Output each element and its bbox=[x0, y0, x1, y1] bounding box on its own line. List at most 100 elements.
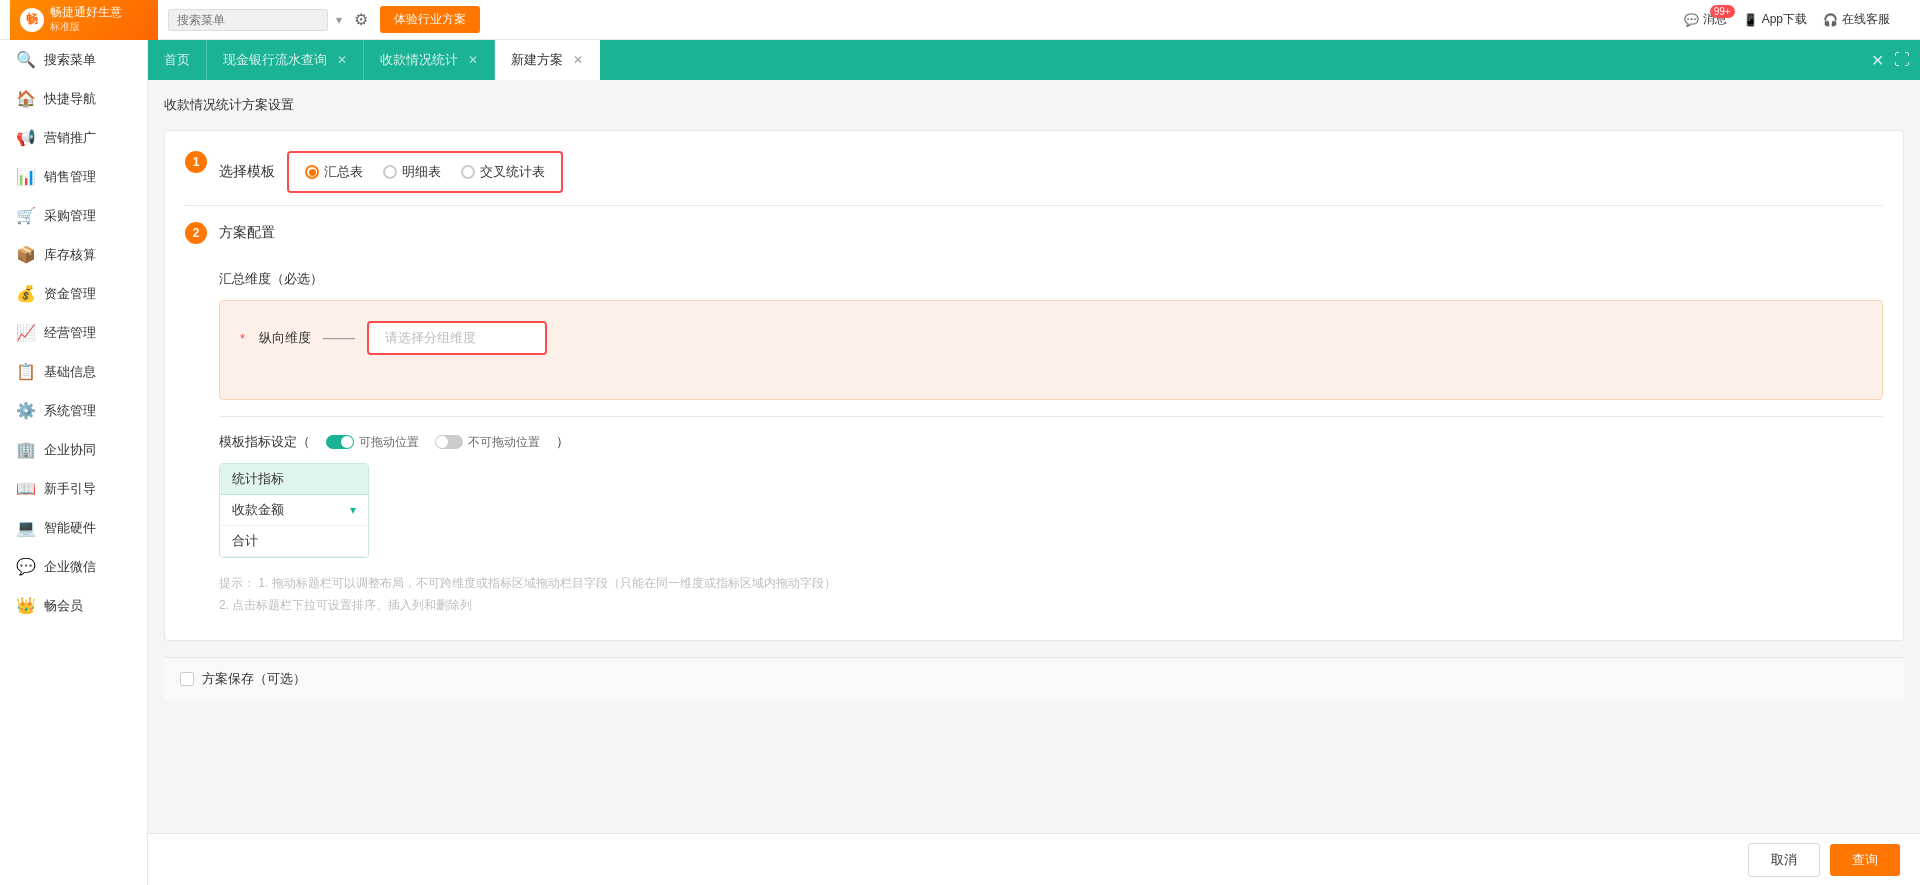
radio-detail-table[interactable]: 明细表 bbox=[383, 163, 441, 181]
drag-on-toggle[interactable] bbox=[326, 435, 354, 449]
radio-circle-cross bbox=[461, 165, 475, 179]
metrics-row-label-1: 合计 bbox=[232, 532, 258, 550]
metrics-row-label-0: 收款金额 bbox=[232, 501, 284, 519]
logo-name: 畅捷通好生意 bbox=[50, 5, 122, 19]
notification-icon: 💬 bbox=[1684, 13, 1699, 27]
sidebar-item-hardware[interactable]: 💻 智能硬件 bbox=[0, 508, 147, 547]
tab-bar: 首页 现金银行流水查询 ✕ 收款情况统计 ✕ 新建方案 ✕ ✕ ⛶ bbox=[148, 40, 1920, 80]
sidebar-item-finance[interactable]: 💰 资金管理 bbox=[0, 274, 147, 313]
sidebar-item-member[interactable]: 👑 畅会员 bbox=[0, 586, 147, 625]
save-checkbox[interactable] bbox=[180, 672, 194, 686]
metrics-header: 模板指标设定（ 可拖动位置 不可拖动位置 ） bbox=[219, 433, 1883, 451]
save-row: 方案保存（可选） bbox=[164, 657, 1904, 700]
sidebar-item-label: 企业微信 bbox=[44, 558, 96, 576]
radio-cross-table[interactable]: 交叉统计表 bbox=[461, 163, 545, 181]
bottom-bar: 取消 查询 bbox=[148, 833, 1920, 885]
radio-circle-detail bbox=[383, 165, 397, 179]
notification-button[interactable]: 💬 消息 99+ bbox=[1684, 11, 1727, 28]
app-download-label: App下载 bbox=[1762, 11, 1807, 28]
tab-new-scheme-close-icon[interactable]: ✕ bbox=[573, 53, 583, 67]
logo-area: 畅 畅捷通好生意 标准版 bbox=[10, 0, 158, 40]
trial-button[interactable]: 体验行业方案 bbox=[380, 6, 480, 33]
sidebar-item-label: 采购管理 bbox=[44, 207, 96, 225]
metrics-table-row-1: 合计 bbox=[220, 526, 368, 557]
sidebar: 🔍 搜索菜单 🏠 快捷导航 📢 营销推广 📊 销售管理 🛒 采购管理 📦 库存核… bbox=[0, 40, 148, 885]
vertical-dimension-label: 纵向维度 bbox=[259, 329, 311, 347]
sidebar-item-inventory[interactable]: 📦 库存核算 bbox=[0, 235, 147, 274]
tab-cashflow-close-icon[interactable]: ✕ bbox=[337, 53, 347, 67]
sidebar-item-purchase[interactable]: 🛒 采购管理 bbox=[0, 196, 147, 235]
dimension-selector-input[interactable]: 请选择分组维度 bbox=[367, 321, 547, 355]
page-title: 收款情况统计方案设置 bbox=[164, 96, 1904, 114]
tab-bar-right: ✕ ⛶ bbox=[1871, 51, 1920, 70]
sidebar-item-marketing[interactable]: 📢 营销推广 bbox=[0, 118, 147, 157]
query-button[interactable]: 查询 bbox=[1830, 844, 1900, 876]
sidebar-item-label: 搜索菜单 bbox=[44, 51, 96, 69]
basic-info-icon: 📋 bbox=[16, 362, 36, 381]
tab-receipt-stats-label: 收款情况统计 bbox=[380, 51, 458, 69]
tab-cashflow-label: 现金银行流水查询 bbox=[223, 51, 327, 69]
inventory-icon: 📦 bbox=[16, 245, 36, 264]
finance-icon: 💰 bbox=[16, 284, 36, 303]
settings-button[interactable]: ⚙ bbox=[350, 6, 372, 33]
maximize-window-button[interactable]: ⛶ bbox=[1894, 51, 1910, 69]
tab-cashflow[interactable]: 现金银行流水查询 ✕ bbox=[207, 40, 364, 80]
cancel-button[interactable]: 取消 bbox=[1748, 843, 1820, 877]
radio-summary-label: 汇总表 bbox=[324, 163, 363, 181]
close-window-button[interactable]: ✕ bbox=[1871, 51, 1884, 70]
management-icon: 📈 bbox=[16, 323, 36, 342]
sidebar-item-label: 资金管理 bbox=[44, 285, 96, 303]
radio-circle-summary bbox=[305, 165, 319, 179]
tab-home-label: 首页 bbox=[164, 51, 190, 69]
main-content: 收款情况统计方案设置 1 选择模板 汇总表 bbox=[148, 80, 1920, 885]
drag-on-badge: 可拖动位置 bbox=[326, 434, 419, 451]
radio-dot-summary bbox=[309, 169, 316, 176]
sidebar-item-guide[interactable]: 📖 新手引导 bbox=[0, 469, 147, 508]
step1-section: 1 选择模板 汇总表 明细表 bbox=[185, 151, 1883, 193]
notification-badge: 99+ bbox=[1710, 5, 1735, 18]
metrics-dropdown-btn-0[interactable]: ▾ bbox=[350, 503, 356, 517]
hint-line-2: 2. 点击标题栏下拉可设置排序、插入列和删除列 bbox=[219, 595, 1883, 617]
drag-off-toggle[interactable] bbox=[435, 435, 463, 449]
step2-number: 2 bbox=[185, 222, 207, 244]
sidebar-item-label: 营销推广 bbox=[44, 129, 96, 147]
wechat-icon: 💬 bbox=[16, 557, 36, 576]
sidebar-item-quicknav[interactable]: 🏠 快捷导航 bbox=[0, 79, 147, 118]
step2-label: 方案配置 bbox=[219, 224, 275, 242]
radio-summary-table[interactable]: 汇总表 bbox=[305, 163, 363, 181]
sidebar-item-label: 销售管理 bbox=[44, 168, 96, 186]
sidebar-item-sales[interactable]: 📊 销售管理 bbox=[0, 157, 147, 196]
dimension-area: * 纵向维度 —— 请选择分组维度 bbox=[219, 300, 1883, 400]
hardware-icon: 💻 bbox=[16, 518, 36, 537]
sidebar-item-label: 智能硬件 bbox=[44, 519, 96, 537]
search-input[interactable] bbox=[168, 9, 328, 31]
drag-off-badge: 不可拖动位置 bbox=[435, 434, 540, 451]
purchase-icon: 🛒 bbox=[16, 206, 36, 225]
drag-close-paren: ） bbox=[556, 433, 569, 451]
metrics-divider bbox=[219, 416, 1883, 417]
step1-label: 选择模板 bbox=[219, 163, 275, 181]
drag-on-label: 可拖动位置 bbox=[359, 434, 419, 451]
guide-icon: 📖 bbox=[16, 479, 36, 498]
online-service-label: 在线客服 bbox=[1842, 11, 1890, 28]
dimension-section-title: 汇总维度（必选） bbox=[219, 270, 1883, 288]
sales-icon: 📊 bbox=[16, 167, 36, 186]
save-label: 方案保存（可选） bbox=[202, 670, 306, 688]
dimension-placeholder: 请选择分组维度 bbox=[385, 330, 476, 345]
tab-receipt-stats[interactable]: 收款情况统计 ✕ bbox=[364, 40, 495, 80]
sidebar-item-enterprise[interactable]: 🏢 企业协同 bbox=[0, 430, 147, 469]
sidebar-item-basic-info[interactable]: 📋 基础信息 bbox=[0, 352, 147, 391]
tab-receipt-stats-close-icon[interactable]: ✕ bbox=[468, 53, 478, 67]
app-download-button[interactable]: 📱 App下载 bbox=[1743, 11, 1807, 28]
online-service-button[interactable]: 🎧 在线客服 bbox=[1823, 11, 1890, 28]
sidebar-item-system[interactable]: ⚙️ 系统管理 bbox=[0, 391, 147, 430]
tab-home[interactable]: 首页 bbox=[148, 40, 207, 80]
sidebar-item-label: 快捷导航 bbox=[44, 90, 96, 108]
system-icon: ⚙️ bbox=[16, 401, 36, 420]
sidebar-item-wechat[interactable]: 💬 企业微信 bbox=[0, 547, 147, 586]
sidebar-item-management[interactable]: 📈 经营管理 bbox=[0, 313, 147, 352]
top-header: 畅 畅捷通好生意 标准版 ▾ ⚙ 体验行业方案 💬 消息 99+ 📱 App下载… bbox=[0, 0, 1920, 40]
sidebar-item-search[interactable]: 🔍 搜索菜单 bbox=[0, 40, 147, 79]
tab-new-scheme[interactable]: 新建方案 ✕ bbox=[495, 40, 600, 80]
dimension-row: * 纵向维度 —— 请选择分组维度 bbox=[240, 321, 1862, 355]
